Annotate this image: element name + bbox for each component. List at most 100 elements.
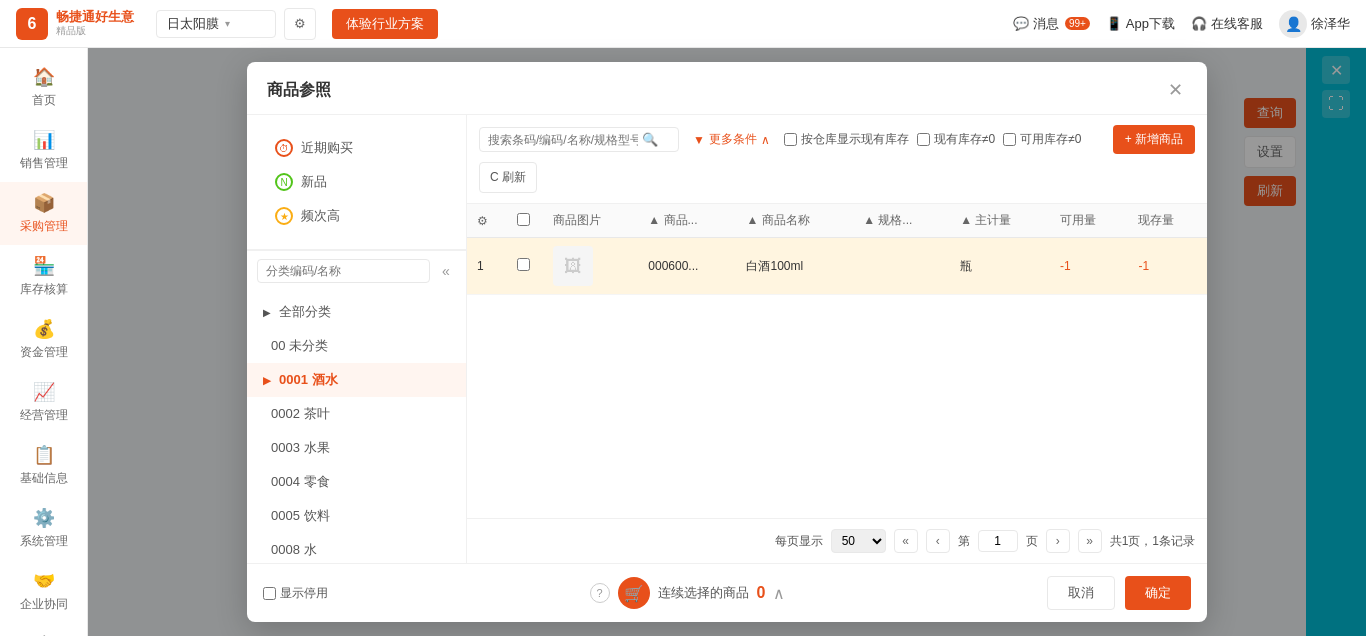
category-panel: ⏱ 近期购买 N 新品 ★ 频次高	[247, 115, 467, 563]
checkbox-usable-stock[interactable]: 可用库存≠0	[1003, 131, 1081, 148]
messages-button[interactable]: 💬 消息 99+	[1013, 15, 1090, 33]
confirm-button[interactable]: 确定	[1125, 576, 1191, 610]
modal-title: 商品参照	[267, 80, 331, 101]
logo-area: 6 畅捷通好生意 精品版	[16, 8, 136, 40]
product-reference-modal: 商品参照 ✕ ⏱ 近期购买	[247, 62, 1207, 622]
col-unit[interactable]: ▲ 主计量	[950, 204, 1050, 238]
avatar: 👤	[1279, 10, 1307, 38]
col-image: 商品图片	[543, 204, 638, 238]
sidebar-item-enterprise[interactable]: 🤝 企业协同	[0, 560, 87, 623]
app-download-button[interactable]: 📱 App下载	[1106, 15, 1175, 33]
cat-item-uncategorized[interactable]: 00 未分类	[247, 329, 466, 363]
category-list: ▶ 全部分类 00 未分类 ▶ 0001 酒水 0002 茶	[247, 291, 466, 563]
help-icon[interactable]: ?	[590, 583, 610, 603]
new-product-button[interactable]: + 新增商品	[1113, 125, 1195, 154]
cat-item-water[interactable]: 0008 水	[247, 533, 466, 563]
operations-icon: 📈	[33, 381, 55, 403]
sidebar-item-inventory[interactable]: 🏪 库存核算	[0, 245, 87, 308]
footer-right: 取消 确定	[1047, 576, 1191, 610]
purchase-icon: 📦	[33, 192, 55, 214]
modal-overlay: 商品参照 ✕ ⏱ 近期购买	[88, 48, 1366, 636]
row-spec	[853, 238, 950, 295]
modal-close-button[interactable]: ✕	[1163, 78, 1187, 102]
sidebar-item-home[interactable]: 🏠 首页	[0, 56, 87, 119]
col-name[interactable]: ▲ 商品名称	[736, 204, 853, 238]
row-code: 000600...	[638, 238, 736, 295]
product-table-container: ⚙ 商品图片 ▲ 商品...	[467, 204, 1207, 518]
sidebar-item-system[interactable]: ⚙️ 系统管理	[0, 497, 87, 560]
cat-item-liquor[interactable]: ▶ 0001 酒水	[247, 363, 466, 397]
product-panel: 🔍 ▼ 更多条件 ∧ 按仓库显示现有库存	[467, 115, 1207, 563]
next-page-button[interactable]: ›	[1046, 529, 1070, 553]
checkbox-usable-input[interactable]	[1003, 133, 1016, 146]
cat-item-fruit[interactable]: 0003 水果	[247, 431, 466, 465]
sidebar-item-guide[interactable]: 🎓 新手引导	[0, 623, 87, 636]
table-header: ⚙ 商品图片 ▲ 商品...	[467, 204, 1207, 238]
inventory-icon: 🏪	[33, 255, 55, 277]
modal-header: 商品参照 ✕	[247, 62, 1207, 115]
page-number-input[interactable]	[978, 530, 1018, 552]
collapse-cart-button[interactable]: ∧	[773, 584, 785, 603]
row-stock: -1	[1128, 238, 1207, 295]
search-icon[interactable]: 🔍	[642, 132, 658, 147]
logo-icon: 6	[16, 8, 48, 40]
settings-col-icon[interactable]: ⚙	[477, 214, 488, 228]
quick-filter-recent[interactable]: ⏱ 近期购买	[267, 133, 446, 163]
product-image: 🖼	[553, 246, 593, 286]
col-code[interactable]: ▲ 商品...	[638, 204, 736, 238]
last-page-button[interactable]: »	[1078, 529, 1102, 553]
filter-more-button[interactable]: ▼ 更多条件 ∧	[687, 127, 776, 152]
settings-button[interactable]: ⚙	[284, 8, 316, 40]
show-disabled-checkbox[interactable]: 显示停用	[263, 585, 328, 602]
row-unit: 瓶	[950, 238, 1050, 295]
sidebar-item-purchase[interactable]: 📦 采购管理	[0, 182, 87, 245]
filter-icon: ▼	[693, 133, 705, 147]
checkbox-available-input[interactable]	[917, 133, 930, 146]
product-list: 1 🖼	[467, 238, 1207, 295]
row-index: 1	[467, 238, 507, 295]
top-nav: 6 畅捷通好生意 精品版 日太阳膜 ▾ ⚙ 体验行业方案 💬 消息 99+ 📱 …	[0, 0, 1366, 48]
refresh-button[interactable]: C 刷新	[479, 162, 537, 193]
sidebar-item-sales[interactable]: 📊 销售管理	[0, 119, 87, 182]
row-checkbox[interactable]	[517, 258, 530, 271]
user-profile[interactable]: 👤 徐泽华	[1279, 10, 1350, 38]
sidebar-item-finance[interactable]: 💰 资金管理	[0, 308, 87, 371]
cat-item-beverage[interactable]: 0005 饮料	[247, 499, 466, 533]
footer-left: 显示停用	[263, 585, 328, 602]
row-image-cell: 🖼	[543, 238, 638, 295]
cat-item-tea[interactable]: 0002 茶叶	[247, 397, 466, 431]
online-service-button[interactable]: 🎧 在线客服	[1191, 15, 1263, 33]
modal-body: ⏱ 近期购买 N 新品 ★ 频次高	[247, 115, 1207, 563]
trial-button[interactable]: 体验行业方案	[332, 9, 438, 39]
cat-item-snack[interactable]: 0004 零食	[247, 465, 466, 499]
quick-filter-frequent[interactable]: ★ 频次高	[267, 201, 446, 231]
per-page-select[interactable]: 50 100	[831, 529, 886, 553]
checkbox-available-stock[interactable]: 现有库存≠0	[917, 131, 995, 148]
arrow-icon: ▶	[263, 307, 271, 318]
first-page-button[interactable]: «	[894, 529, 918, 553]
prev-page-button[interactable]: ‹	[926, 529, 950, 553]
cart-icon[interactable]: 🛒	[618, 577, 650, 609]
sidebar-item-operations[interactable]: 📈 经营管理	[0, 371, 87, 434]
collapse-panel-button[interactable]: «	[436, 261, 456, 281]
service-icon: 🎧	[1191, 16, 1207, 31]
show-disabled-input[interactable]	[263, 587, 276, 600]
category-top: ⏱ 近期购买 N 新品 ★ 频次高	[247, 115, 466, 250]
quick-filter-new[interactable]: N 新品	[267, 167, 446, 197]
table-row[interactable]: 1 🖼	[467, 238, 1207, 295]
store-selector[interactable]: 日太阳膜 ▾	[156, 10, 276, 38]
product-search-input[interactable]	[488, 133, 638, 147]
product-table: ⚙ 商品图片 ▲ 商品...	[467, 204, 1207, 295]
download-icon: 📱	[1106, 16, 1122, 31]
enterprise-icon: 🤝	[33, 570, 55, 592]
nav-right: 💬 消息 99+ 📱 App下载 🎧 在线客服 👤 徐泽华	[1013, 10, 1350, 38]
checkbox-by-warehouse-input[interactable]	[784, 133, 797, 146]
sidebar-item-basic[interactable]: 📋 基础信息	[0, 434, 87, 497]
category-search-input[interactable]	[257, 259, 430, 283]
select-all-checkbox[interactable]	[517, 213, 530, 226]
col-spec[interactable]: ▲ 规格...	[853, 204, 950, 238]
cancel-button[interactable]: 取消	[1047, 576, 1115, 610]
new-icon: N	[275, 173, 293, 191]
cat-item-all[interactable]: ▶ 全部分类	[247, 295, 466, 329]
checkbox-by-warehouse[interactable]: 按仓库显示现有库存	[784, 131, 909, 148]
